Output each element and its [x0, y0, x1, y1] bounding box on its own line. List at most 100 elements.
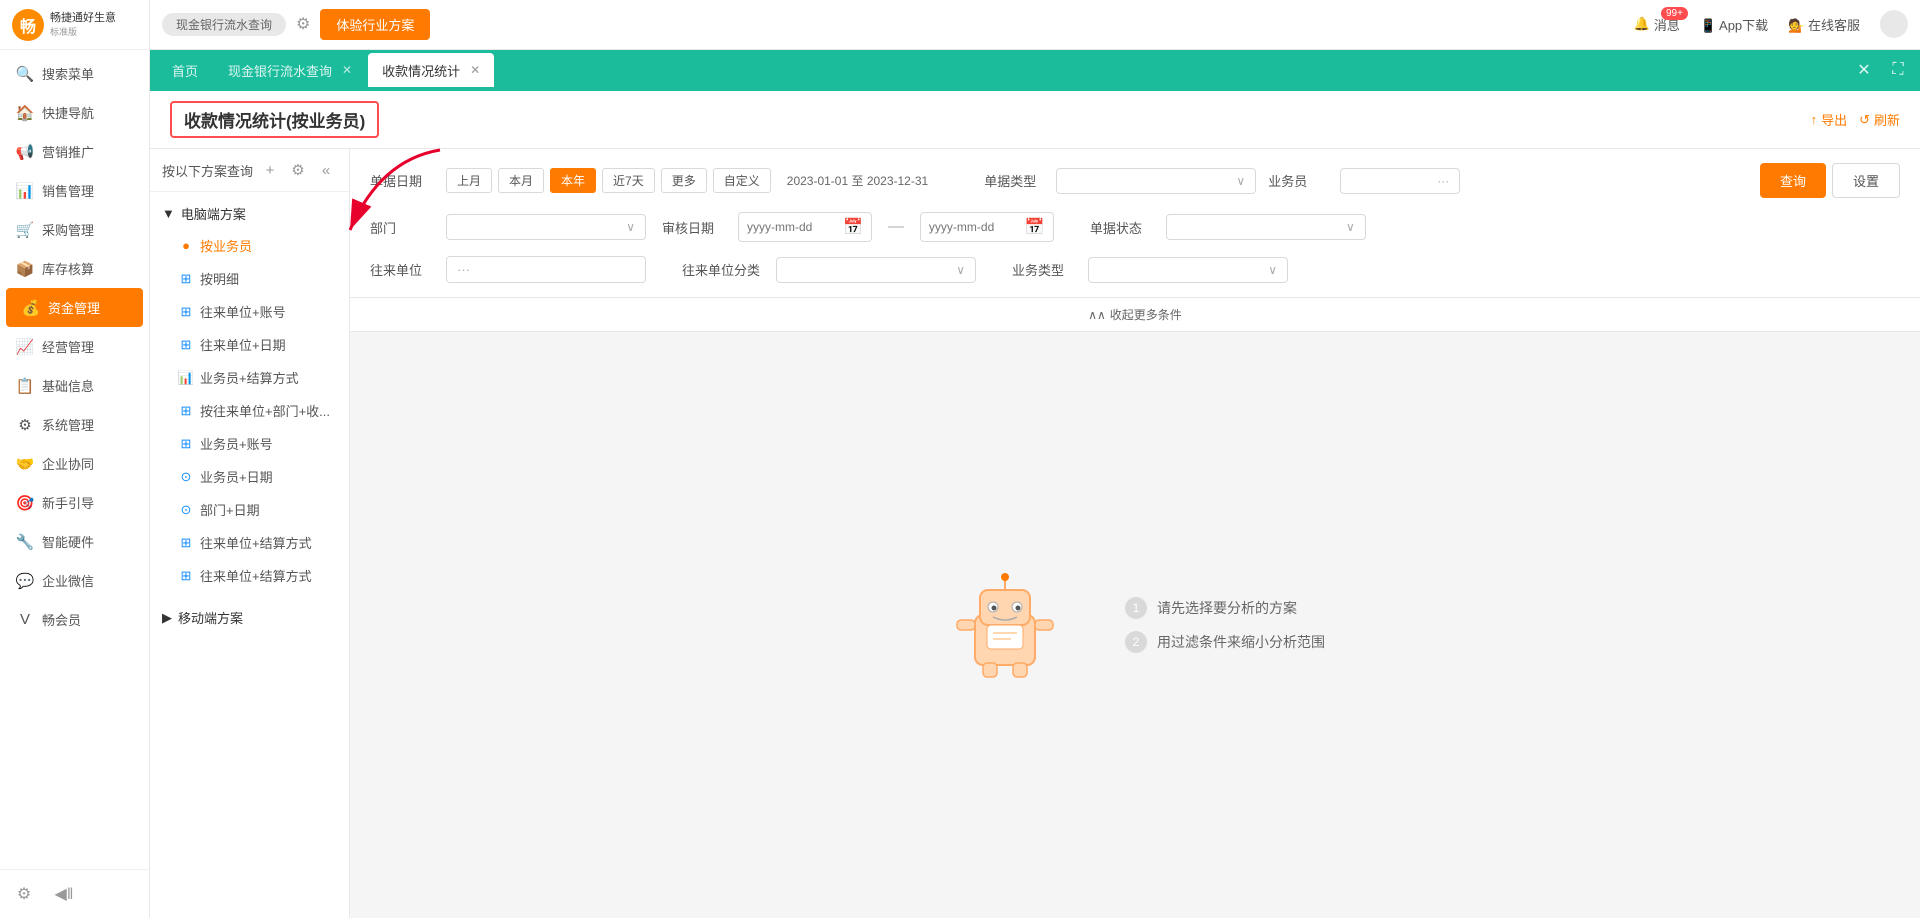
- notification-area[interactable]: 🔔 消息 99+: [1634, 15, 1680, 34]
- sidebar-item-inventory[interactable]: 📦 库存核算: [0, 249, 149, 288]
- tab-home-label: 首页: [172, 61, 198, 80]
- tab-expand-button[interactable]: ⛶: [1884, 56, 1912, 84]
- page-title-box: 收款情况统计(按业务员): [170, 101, 379, 138]
- sidebar-settings-icon[interactable]: ⚙: [8, 878, 40, 910]
- tree-item-salesperson-account[interactable]: ⊞ 业务员+账号: [150, 427, 349, 460]
- sidebar-item-search-menu[interactable]: 🔍 搜索菜单: [0, 54, 149, 93]
- tree-item-unit-account[interactable]: ⊞ 往来单位+账号: [150, 295, 349, 328]
- tree-item-salesperson-calc[interactable]: 📊 业务员+结算方式: [150, 361, 349, 394]
- tree-item-by-detail[interactable]: ⊞ 按明细: [150, 262, 349, 295]
- by-salesperson-icon: ●: [178, 238, 194, 254]
- export-button[interactable]: ↑ 导出: [1811, 110, 1848, 129]
- tab-close-all-button[interactable]: ✕: [1850, 56, 1878, 84]
- unit-calc1-label: 往来单位+结算方式: [200, 533, 312, 552]
- date-btn-more[interactable]: 更多: [661, 168, 707, 193]
- sidebar-collapse-icon[interactable]: ◀‖: [48, 878, 80, 910]
- date-btn-this-month[interactable]: 本月: [498, 168, 544, 193]
- sidebar-item-sales[interactable]: 📊 销售管理: [0, 171, 149, 210]
- sidebar-item-label: 企业协同: [42, 454, 94, 473]
- right-panel: 单据日期 上月 本月 本年 近7天 更多 自定义 2023-01-01 至 20…: [350, 149, 1920, 918]
- unit-account-icon: ⊞: [178, 304, 194, 320]
- mobile-section-header[interactable]: ▶ 移动端方案: [150, 602, 349, 633]
- doc-status-select[interactable]: ∨: [1166, 214, 1366, 240]
- pc-section-header[interactable]: ▼ 电脑端方案: [150, 198, 349, 229]
- unit-classify-select[interactable]: ∨: [776, 257, 976, 283]
- tree-item-unit-calc2[interactable]: ⊞ 往来单位+结算方式: [150, 559, 349, 592]
- sidebar-item-basic-info[interactable]: 📋 基础信息: [0, 366, 149, 405]
- sales-icon: 📊: [16, 182, 34, 200]
- tree-item-dept-date[interactable]: ⊙ 部门+日期: [150, 493, 349, 526]
- tip-num-2: 2: [1125, 631, 1147, 653]
- biz-type-select[interactable]: ∨: [1088, 257, 1288, 283]
- add-scheme-button[interactable]: +: [259, 159, 281, 181]
- sidebar-item-purchase[interactable]: 🛒 采购管理: [0, 210, 149, 249]
- query-button[interactable]: 查询: [1760, 163, 1826, 198]
- refresh-button[interactable]: ↺ 刷新: [1859, 110, 1900, 129]
- header-gear-icon[interactable]: ⚙: [296, 14, 310, 34]
- sidebar-item-operation[interactable]: 📈 经营管理: [0, 327, 149, 366]
- sidebar-item-hardware[interactable]: 🔧 智能硬件: [0, 522, 149, 561]
- tree-item-unit-calc1[interactable]: ⊞ 往来单位+结算方式: [150, 526, 349, 559]
- sidebar-item-quick-nav[interactable]: 🏠 快捷导航: [0, 93, 149, 132]
- trial-button[interactable]: 体验行业方案: [320, 9, 430, 40]
- guide-icon: 🎯: [16, 494, 34, 512]
- settings-button[interactable]: 设置: [1832, 163, 1900, 198]
- sidebar-item-vip[interactable]: V 畅会员: [0, 600, 149, 639]
- sidebar-item-system[interactable]: ⚙ 系统管理: [0, 405, 149, 444]
- dept-label: 部门: [370, 218, 430, 237]
- tree-item-by-salesperson[interactable]: ● 按业务员: [150, 229, 349, 262]
- sidebar-nav: 🔍 搜索菜单 🏠 快捷导航 📢 营销推广 📊 销售管理 🛒 采购管理 📦 库存核…: [0, 50, 149, 869]
- customer-service[interactable]: 💁 在线客服: [1788, 15, 1860, 34]
- panel-collapse-button[interactable]: «: [315, 159, 337, 181]
- date-btn-7days[interactable]: 近7天: [602, 168, 655, 193]
- collapse-bar[interactable]: ∧∧ 收起更多条件: [350, 298, 1920, 332]
- salesperson-arrow-icon: ···: [1437, 174, 1449, 188]
- tab-receivable[interactable]: 收款情况统计 ✕: [368, 53, 494, 87]
- salesperson-select[interactable]: ···: [1340, 168, 1460, 194]
- sidebar-item-marketing[interactable]: 📢 营销推广: [0, 132, 149, 171]
- left-panel: 按以下方案查询 + ⚙ « ▼ 电脑端方案 ● 按业务员 ⊞ 按明: [150, 149, 350, 918]
- calendar-start-icon[interactable]: 📅: [843, 217, 863, 237]
- sidebar-item-finance[interactable]: 💰 资金管理: [6, 288, 143, 327]
- tree-item-unit-date[interactable]: ⊞ 往来单位+日期: [150, 328, 349, 361]
- sidebar-item-label: 畅会员: [42, 610, 81, 629]
- robot-illustration: [945, 565, 1065, 685]
- user-avatar[interactable]: [1880, 10, 1908, 38]
- unit-dept-label: 按往来单位+部门+收...: [200, 401, 330, 420]
- refresh-label: 刷新: [1874, 110, 1900, 129]
- tip-text-2: 用过滤条件来缩小分析范围: [1157, 632, 1325, 652]
- system-icon: ⚙: [16, 416, 34, 434]
- app-download[interactable]: 📱 App下载: [1700, 15, 1768, 34]
- doc-type-select[interactable]: ∨: [1056, 168, 1256, 194]
- sidebar-item-guide[interactable]: 🎯 新手引导: [0, 483, 149, 522]
- tree-item-salesperson-date[interactable]: ⊙ 业务员+日期: [150, 460, 349, 493]
- unit-date-label: 往来单位+日期: [200, 335, 286, 354]
- sidebar-item-enterprise[interactable]: 🤝 企业协同: [0, 444, 149, 483]
- tree-item-unit-dept[interactable]: ⊞ 按往来单位+部门+收...: [150, 394, 349, 427]
- top-header: 现金银行流水查询 ⚙ 体验行业方案 🔔 消息 99+ 📱 App下载 💁 在线客…: [150, 0, 1920, 50]
- tab-home[interactable]: 首页: [158, 53, 212, 87]
- scheme-settings-button[interactable]: ⚙: [287, 159, 309, 181]
- tab-cashbank-label: 现金银行流水查询: [228, 61, 332, 80]
- main-content: 现金银行流水查询 ⚙ 体验行业方案 🔔 消息 99+ 📱 App下载 💁 在线客…: [150, 0, 1920, 918]
- dept-select[interactable]: ∨: [446, 214, 646, 240]
- tab-cashbank[interactable]: 现金银行流水查询 ✕: [214, 53, 366, 87]
- unit-select[interactable]: ···: [446, 256, 646, 283]
- sidebar-item-label: 系统管理: [42, 415, 94, 434]
- vip-icon: V: [16, 611, 34, 629]
- date-btn-this-year[interactable]: 本年: [550, 168, 596, 193]
- date-btn-prev-month[interactable]: 上月: [446, 168, 492, 193]
- sidebar-item-label: 库存核算: [42, 259, 94, 278]
- sidebar-item-label: 企业微信: [42, 571, 94, 590]
- review-date-end-group: 📅: [920, 212, 1054, 242]
- review-date-start-input[interactable]: [747, 220, 837, 234]
- content-body: 按以下方案查询 + ⚙ « ▼ 电脑端方案 ● 按业务员 ⊞ 按明: [150, 149, 1920, 918]
- tab-cashbank-close[interactable]: ✕: [342, 64, 352, 76]
- date-btn-custom[interactable]: 自定义: [713, 168, 771, 193]
- calendar-end-icon[interactable]: 📅: [1025, 217, 1045, 237]
- tab-receivable-close[interactable]: ✕: [470, 64, 480, 76]
- sidebar-item-wechat[interactable]: 💬 企业微信: [0, 561, 149, 600]
- header-left: 现金银行流水查询 ⚙ 体验行业方案: [162, 9, 430, 40]
- review-date-end-input[interactable]: [929, 220, 1019, 234]
- date-filter-group: 上月 本月 本年 近7天 更多 自定义: [446, 168, 771, 193]
